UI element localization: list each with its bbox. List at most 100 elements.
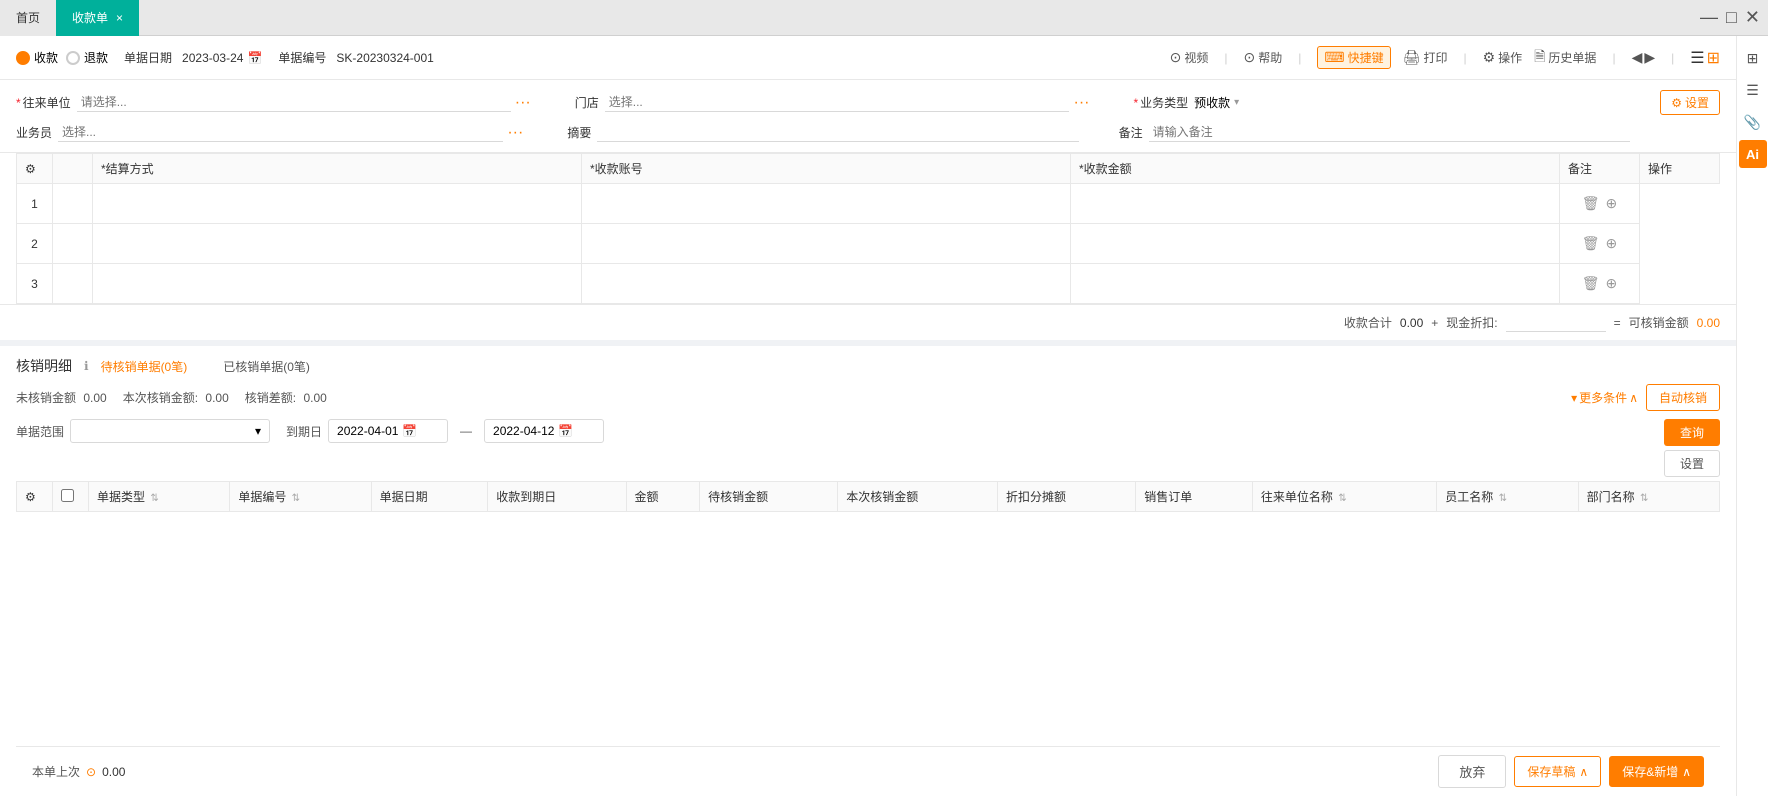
- summary-available-val: 0.00: [1697, 316, 1720, 330]
- remark-input[interactable]: [1149, 123, 1630, 142]
- row-2-action: 🗑 ⊕: [1560, 224, 1640, 264]
- toolbar-right: ⊙ 视频 | ⊙ 帮助 | ⌨ 快捷键 🖨 打印 |: [1170, 46, 1720, 70]
- filter-date-to-val: 2022-04-12: [493, 424, 554, 438]
- radio-shoukuan-circle: [16, 51, 30, 65]
- th-settle: *结算方式: [93, 154, 582, 184]
- filter-date-to[interactable]: 2022-04-12 📅: [484, 419, 604, 443]
- row-3-amount: [582, 264, 1071, 304]
- amount-input-1[interactable]: [582, 184, 1070, 223]
- row-3-delete-icon[interactable]: 🗑: [1582, 275, 1600, 292]
- hx-info-icon[interactable]: ℹ: [84, 359, 89, 373]
- save-draft-button[interactable]: 保存草稿 ∧: [1514, 756, 1601, 787]
- summary-input[interactable]: [597, 123, 1078, 142]
- row-1-delete-icon[interactable]: 🗑: [1582, 195, 1600, 212]
- bth-num: 单据编号 ⇅: [230, 482, 371, 512]
- biz-type-value: 预收款: [1194, 94, 1230, 111]
- store-input[interactable]: [605, 93, 1070, 112]
- row-2-delete-icon[interactable]: 🗑: [1582, 235, 1600, 252]
- hx-tab-pending[interactable]: 待核销单据(0笔): [101, 358, 188, 375]
- settle-input-3[interactable]: [53, 264, 92, 303]
- auto-hx-button[interactable]: 自动核销: [1646, 384, 1720, 411]
- filter-settings-button[interactable]: 设置: [1664, 450, 1720, 477]
- btn-shortcut[interactable]: ⌨ 快捷键: [1317, 46, 1390, 69]
- bth-partner: 往来单位名称 ⇅: [1252, 482, 1436, 512]
- sidebar-icon-3[interactable]: 📎: [1739, 108, 1767, 136]
- partner-input[interactable]: [77, 93, 511, 112]
- staff-sort-icon: ⇅: [1499, 493, 1507, 504]
- window-minimize-icon[interactable]: —: [1700, 7, 1718, 28]
- account-input-1[interactable]: [93, 184, 581, 223]
- voucher-field: 单据编号 SK-20230324-001: [278, 49, 433, 66]
- account-input-2[interactable]: [93, 224, 581, 263]
- calendar-from-icon: 📅: [402, 424, 417, 438]
- query-button[interactable]: 查询: [1664, 419, 1720, 446]
- summary-total-val: 0.00: [1400, 316, 1423, 330]
- table-header-row: ⚙ *结算方式 *收款账号 *收款金额 备注 操作: [17, 154, 1720, 184]
- stat-this-time-label: 本次核销金额:: [123, 391, 198, 405]
- btn-operation[interactable]: ⚙ 操作: [1483, 49, 1523, 66]
- account-input-3[interactable]: [93, 264, 581, 303]
- select-all-checkbox[interactable]: [61, 489, 74, 502]
- radio-tuikuan[interactable]: 退款: [66, 49, 108, 66]
- remark-input-3[interactable]: [1071, 264, 1559, 303]
- biz-type-dropdown[interactable]: 预收款 ▾: [1194, 94, 1652, 111]
- staff-label: 业务员: [16, 124, 52, 141]
- filter-range-select[interactable]: ▾: [70, 419, 270, 443]
- remark-input-2[interactable]: [1071, 224, 1559, 263]
- row-1-copy-icon[interactable]: ⊕: [1606, 195, 1618, 212]
- view-list-icon[interactable]: ☰: [1690, 48, 1704, 68]
- sidebar-icon-1[interactable]: ⊞: [1739, 44, 1767, 72]
- tab-close-icon[interactable]: ×: [116, 11, 123, 25]
- hx-tab-done[interactable]: 已核销单据(0笔): [223, 358, 310, 375]
- save-new-label: 保存&新增: [1622, 763, 1678, 780]
- store-more-btn[interactable]: ···: [1069, 95, 1093, 111]
- voucher-value: SK-20230324-001: [336, 51, 433, 65]
- tab-shoukuan[interactable]: 收款单 ×: [56, 0, 139, 36]
- btn-print[interactable]: 🖨 打印: [1403, 49, 1448, 66]
- sidebar-icon-2[interactable]: ☰: [1739, 76, 1767, 104]
- top-toolbar: 收款 退款 单据日期 2023-03-24 📅 单据编号 SK-20230324…: [0, 36, 1736, 80]
- staff-input[interactable]: [58, 123, 503, 142]
- stat-this-time: 本次核销金额: 0.00: [123, 389, 229, 406]
- filter-date-from[interactable]: 2022-04-01 📅: [328, 419, 448, 443]
- abandon-button[interactable]: 放弃: [1438, 755, 1506, 788]
- calendar-icon[interactable]: 📅: [247, 51, 262, 65]
- nav-next-icon[interactable]: ▶: [1644, 49, 1655, 66]
- amount-input-3[interactable]: [582, 264, 1070, 303]
- nav-prev-icon[interactable]: ◀: [1632, 49, 1643, 66]
- row-2-copy-icon[interactable]: ⊕: [1606, 235, 1618, 252]
- window-close-icon[interactable]: ✕: [1745, 7, 1760, 28]
- bth-amount: 金额: [626, 482, 700, 512]
- more-conditions-btn[interactable]: ▾ 更多条件 ∧: [1571, 389, 1638, 406]
- remark-input-1[interactable]: [1071, 184, 1559, 223]
- filter-actions: 查询 设置: [1664, 419, 1720, 477]
- row-2-settle: [53, 224, 93, 264]
- sidebar-icon-ai[interactable]: Ai: [1739, 140, 1767, 168]
- biz-type-label: 业务类型: [1140, 94, 1188, 111]
- settings-button[interactable]: ⚙ 设置: [1660, 90, 1720, 115]
- save-new-button[interactable]: 保存&新增 ∧: [1609, 756, 1704, 787]
- th-gear[interactable]: ⚙: [17, 154, 53, 184]
- btn-video[interactable]: ⊙ 视频: [1170, 49, 1209, 66]
- window-restore-icon[interactable]: □: [1726, 7, 1737, 28]
- settle-input-1[interactable]: [53, 184, 92, 223]
- btn-help[interactable]: ⊙ 帮助: [1244, 49, 1283, 66]
- summary-plus: +: [1431, 316, 1438, 330]
- bth-staff: 员工名称 ⇅: [1437, 482, 1578, 512]
- remark-field: 备注: [1119, 123, 1630, 142]
- tab-home[interactable]: 首页: [0, 0, 56, 36]
- bth-gear[interactable]: ⚙: [17, 482, 53, 512]
- partner-more-btn[interactable]: ···: [511, 95, 535, 111]
- select-arrow-icon: ▾: [255, 424, 261, 438]
- btn-history[interactable]: 🗎 历史单据: [1534, 46, 1596, 70]
- table-row: 3 🗑 ⊕: [17, 264, 1720, 304]
- amount-input-2[interactable]: [582, 224, 1070, 263]
- bth-pending-hx: 待核销金额: [700, 482, 838, 512]
- settle-input-2[interactable]: [53, 224, 92, 263]
- filter-range-label: 单据范围: [16, 423, 64, 440]
- radio-shoukuan[interactable]: 收款: [16, 49, 58, 66]
- staff-more-btn[interactable]: ···: [503, 125, 527, 141]
- row-3-copy-icon[interactable]: ⊕: [1606, 275, 1618, 292]
- view-grid-icon[interactable]: ⊞: [1707, 48, 1720, 68]
- discount-input[interactable]: [1506, 313, 1606, 332]
